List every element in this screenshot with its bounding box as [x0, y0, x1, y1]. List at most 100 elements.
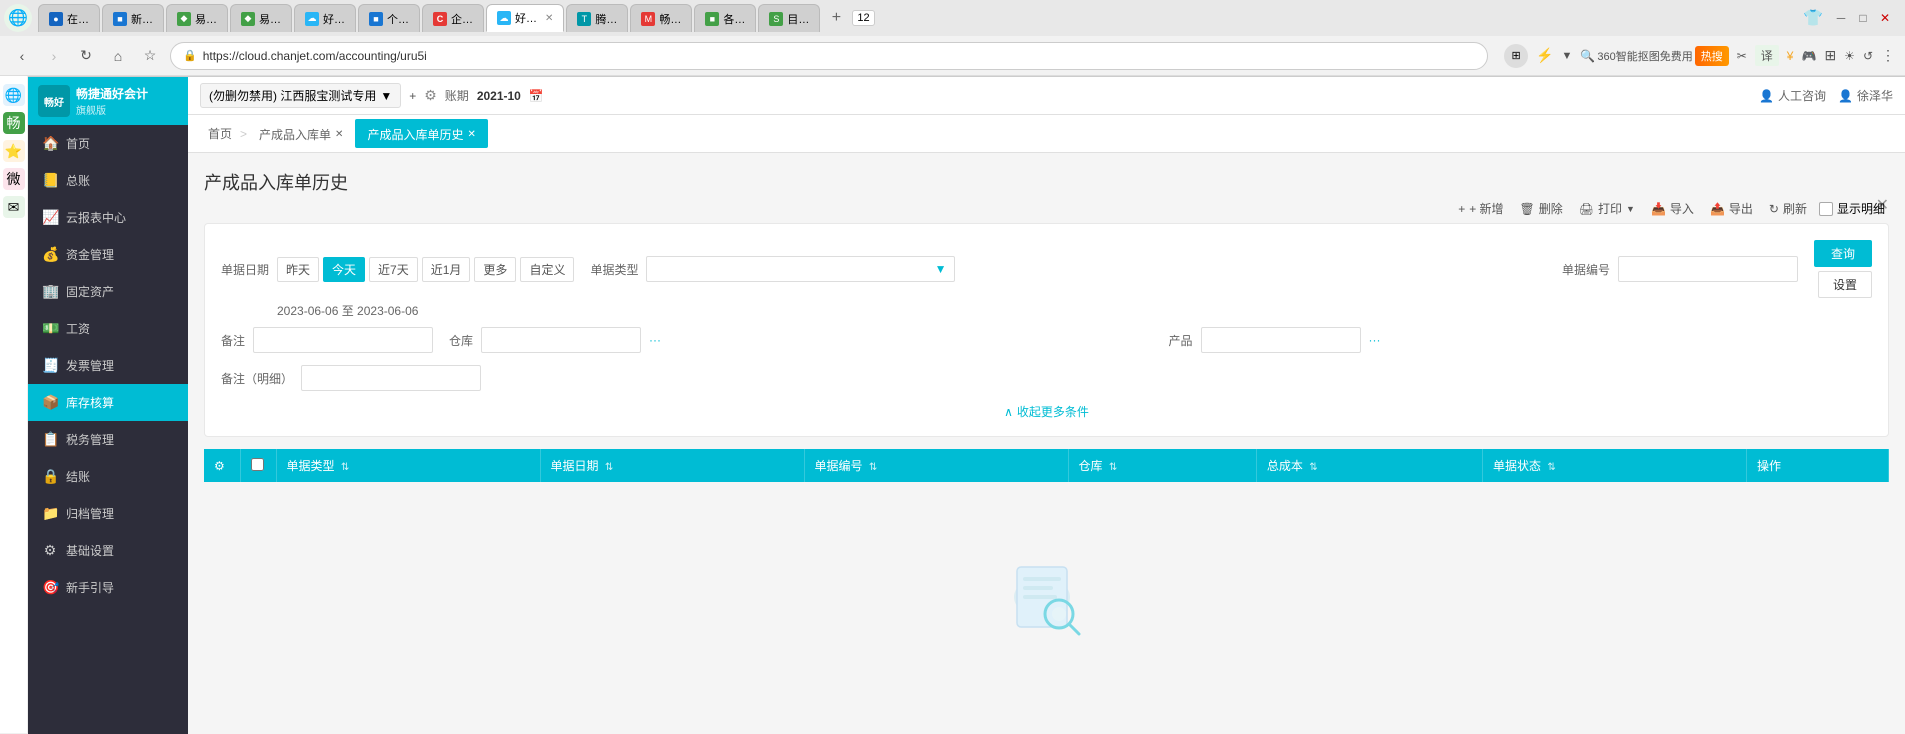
grid-icon[interactable]: ⊞ [1504, 44, 1528, 68]
display-checkbox[interactable] [1819, 202, 1833, 216]
page-tab-history[interactable]: 产成品入库单历史 ✕ [355, 119, 487, 148]
search-box[interactable]: 🔍 360智能抠图免费用 热搜 [1580, 46, 1728, 66]
translate-icon[interactable]: 译 [1755, 45, 1779, 66]
browser-app-icon[interactable]: 🌐 [4, 4, 32, 32]
scissors-icon[interactable]: ✂ [1737, 49, 1747, 63]
forward-button[interactable]: › [42, 44, 66, 68]
warehouse-input[interactable] [481, 327, 641, 353]
sort-icon-voucher-status[interactable]: ⇅ [1547, 462, 1555, 473]
tab-5[interactable]: ■ 个… [358, 4, 420, 32]
home-button[interactable]: ⌂ [106, 44, 130, 68]
sort-icon-voucher-type[interactable]: ⇅ [341, 462, 349, 473]
close-button[interactable]: ✕ [1877, 10, 1893, 26]
date-btn-today[interactable]: 今天 [323, 257, 365, 282]
print-button[interactable]: 🖨 打印 ▼ [1575, 198, 1639, 219]
more-icon[interactable]: ⋮ [1881, 47, 1895, 64]
date-btn-more[interactable]: 更多 [474, 257, 516, 282]
tab-6[interactable]: C 企… [422, 4, 484, 32]
bookmark-button[interactable]: ☆ [138, 44, 162, 68]
col-total-cost[interactable]: 总成本 ⇅ [1256, 449, 1482, 482]
tab-close-7[interactable]: ✕ [545, 13, 553, 24]
export-button[interactable]: 📤 导出 [1706, 198, 1757, 219]
date-btn-custom[interactable]: 自定义 [520, 257, 574, 282]
nav-item-tax[interactable]: 📋 税务管理 [28, 421, 188, 458]
reload-button[interactable]: ↻ [74, 44, 98, 68]
undo-icon[interactable]: ↺ [1863, 49, 1873, 63]
currency-icon[interactable]: ¥ [1787, 49, 1794, 63]
nav-item-payroll[interactable]: 💵 工资 [28, 310, 188, 347]
nav-item-settings[interactable]: ⚙ 基础设置 [28, 532, 188, 569]
add-company-btn[interactable]: + [409, 89, 416, 103]
url-input[interactable]: 🔒 https://cloud.chanjet.com/accounting/u… [170, 42, 1488, 70]
col-gear[interactable]: ⚙ [204, 449, 240, 482]
product-input[interactable] [1201, 327, 1361, 353]
new-button[interactable]: + + 新增 [1454, 198, 1507, 219]
settings-gear-icon[interactable]: ⚙ [424, 87, 437, 104]
app-icon-chanjet[interactable]: 畅 [3, 112, 25, 134]
nav-item-closing[interactable]: 🔒 结账 [28, 458, 188, 495]
tab-11[interactable]: S 目… [758, 4, 820, 32]
select-all-checkbox[interactable] [251, 458, 264, 471]
sort-icon-voucher-date[interactable]: ⇅ [605, 462, 613, 473]
tab-3[interactable]: ◆ 易… [230, 4, 292, 32]
date-btn-yesterday[interactable]: 昨天 [277, 257, 319, 282]
delete-button[interactable]: 🗑 删除 [1516, 198, 1567, 219]
nav-item-inventory[interactable]: 📦 库存核算 [28, 384, 188, 421]
nav-item-guide[interactable]: 🎯 新手引导 [28, 569, 188, 606]
nav-item-funds[interactable]: 💰 资金管理 [28, 236, 188, 273]
gamepad-icon[interactable]: 🎮 [1801, 49, 1816, 63]
nav-item-assets[interactable]: 🏢 固定资产 [28, 273, 188, 310]
minimize-button[interactable]: ─ [1833, 10, 1849, 26]
nav-item-ledger[interactable]: 📒 总账 [28, 162, 188, 199]
display-toggle[interactable]: 显示明细 [1819, 200, 1885, 217]
tab-4[interactable]: ☁ 好… [294, 4, 356, 32]
settings-button[interactable]: 设置 [1818, 271, 1872, 298]
tab-7[interactable]: ☁ 好… ✕ [486, 4, 564, 32]
maximize-button[interactable]: □ [1855, 10, 1871, 26]
date-btn-7days[interactable]: 近7天 [369, 257, 418, 282]
voucher-no-input[interactable] [1618, 256, 1798, 282]
sort-icon-voucher-no[interactable]: ⇅ [869, 462, 877, 473]
company-selector[interactable]: (勿删勿禁用) 江西服宝测试专用 ▼ [200, 83, 401, 108]
user-profile[interactable]: 👤 徐泽华 [1838, 87, 1893, 104]
theme-icon[interactable]: ☀ [1844, 49, 1855, 63]
col-voucher-status[interactable]: 单据状态 ⇅ [1483, 449, 1747, 482]
tab-9[interactable]: M 畅… [630, 4, 692, 32]
tab-2[interactable]: ◆ 易… [166, 4, 228, 32]
remark-input[interactable] [253, 327, 433, 353]
app-icon-browser[interactable]: 🌐 [3, 84, 25, 106]
page-tab-history-close[interactable]: ✕ [467, 129, 475, 140]
back-button[interactable]: ‹ [10, 44, 34, 68]
voucher-type-dropdown-icon[interactable]: ▼ [935, 262, 947, 276]
col-checkbox[interactable] [240, 449, 276, 482]
tab-1[interactable]: ■ 新… [102, 4, 164, 32]
breadcrumb-home[interactable]: 首页 [200, 121, 240, 146]
product-dots[interactable]: ··· [1369, 333, 1381, 347]
apps-icon[interactable]: ⊞ [1824, 47, 1836, 64]
shirt-icon[interactable]: 👕 [1799, 8, 1827, 28]
new-tab-button[interactable]: + [822, 4, 850, 32]
app-icon-mail[interactable]: ✉ [3, 196, 25, 218]
col-voucher-type[interactable]: 单据类型 ⇅ [276, 449, 540, 482]
query-button[interactable]: 查询 [1814, 240, 1872, 267]
app-icon-star[interactable]: ⭐ [3, 140, 25, 162]
dropdown-arrow[interactable]: ▼ [1562, 50, 1573, 62]
lightning-icon[interactable]: ⚡ [1536, 47, 1553, 64]
warehouse-dots[interactable]: ··· [649, 333, 661, 347]
tab-10[interactable]: ■ 各… [694, 4, 756, 32]
col-voucher-date[interactable]: 单据日期 ⇅ [540, 449, 804, 482]
nav-item-home[interactable]: 🏠 首页 [28, 125, 188, 162]
page-tab-list[interactable]: 产成品入库单 ✕ [247, 119, 355, 148]
voucher-type-input[interactable] [646, 256, 954, 282]
sort-icon-warehouse[interactable]: ⇅ [1109, 462, 1117, 473]
tab-0[interactable]: ● 在… [38, 4, 100, 32]
collapse-button[interactable]: ∧ 收起更多条件 [221, 403, 1872, 420]
refresh-button[interactable]: ↻ 刷新 [1765, 198, 1811, 219]
nav-item-invoice[interactable]: 🧾 发票管理 [28, 347, 188, 384]
column-settings-icon[interactable]: ⚙ [214, 459, 225, 473]
app-icon-weibo[interactable]: 微 [3, 168, 25, 190]
col-voucher-no[interactable]: 单据编号 ⇅ [804, 449, 1068, 482]
date-btn-1month[interactable]: 近1月 [422, 257, 471, 282]
help-button[interactable]: 👤 人工咨询 [1759, 87, 1826, 104]
nav-item-archive[interactable]: 📁 归档管理 [28, 495, 188, 532]
